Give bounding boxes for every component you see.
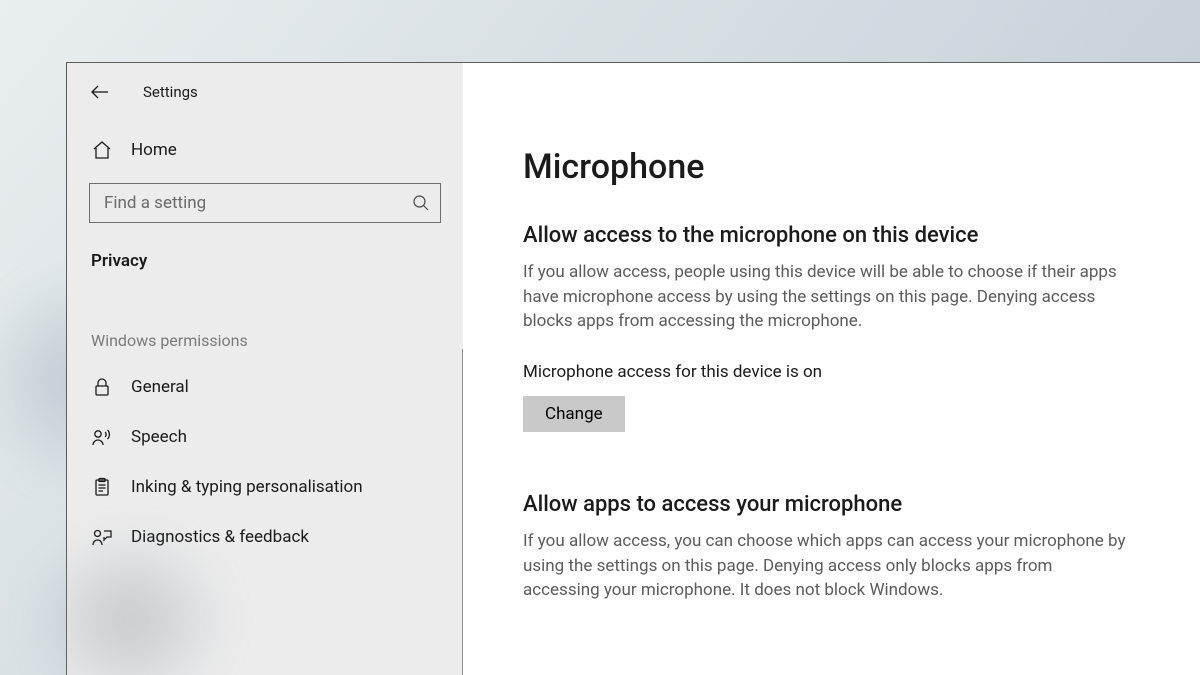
section2-description: If you allow access, you can choose whic…: [523, 529, 1133, 603]
sidebar-item-label: Speech: [131, 427, 187, 447]
sidebar-item-speech[interactable]: Speech: [67, 412, 463, 462]
titlebar: Settings: [67, 77, 463, 129]
clipboard-icon: [91, 476, 113, 498]
section1-heading: Allow access to the microphone on this d…: [523, 223, 1140, 248]
search-box[interactable]: [89, 183, 441, 223]
sidebar-item-inking[interactable]: Inking & typing personalisation: [67, 462, 463, 512]
search-input[interactable]: [104, 193, 412, 213]
main-content: Microphone Allow access to the microphon…: [463, 63, 1200, 675]
sidebar-item-diagnostics[interactable]: Diagnostics & feedback: [67, 512, 463, 562]
sidebar-item-label: General: [131, 377, 189, 397]
sidebar-item-general[interactable]: General: [67, 362, 463, 412]
page-title: Microphone: [523, 147, 1140, 187]
sidebar-item-label: Inking & typing personalisation: [131, 477, 363, 497]
home-icon: [91, 139, 113, 161]
back-arrow-icon: [90, 82, 110, 102]
speech-icon: [91, 426, 113, 448]
feedback-icon: [91, 526, 113, 548]
settings-window: Settings Home Priva: [66, 62, 1200, 675]
search-icon: [412, 194, 430, 212]
sidebar-item-label: Diagnostics & feedback: [131, 527, 309, 547]
search-wrap: [67, 175, 463, 237]
lock-icon: [91, 376, 113, 398]
home-label: Home: [131, 140, 177, 160]
section1-description: If you allow access, people using this d…: [523, 260, 1133, 334]
app-title: Settings: [143, 83, 198, 101]
change-button[interactable]: Change: [523, 396, 625, 432]
back-button[interactable]: [85, 77, 115, 107]
sidebar-item-home[interactable]: Home: [67, 129, 463, 175]
group-label: Windows permissions: [67, 291, 463, 362]
sidebar: Settings Home Priva: [67, 63, 463, 675]
mic-access-status: Microphone access for this device is on: [523, 362, 1140, 382]
section2-heading: Allow apps to access your microphone: [523, 492, 1140, 517]
active-section-label: Privacy: [67, 237, 463, 291]
